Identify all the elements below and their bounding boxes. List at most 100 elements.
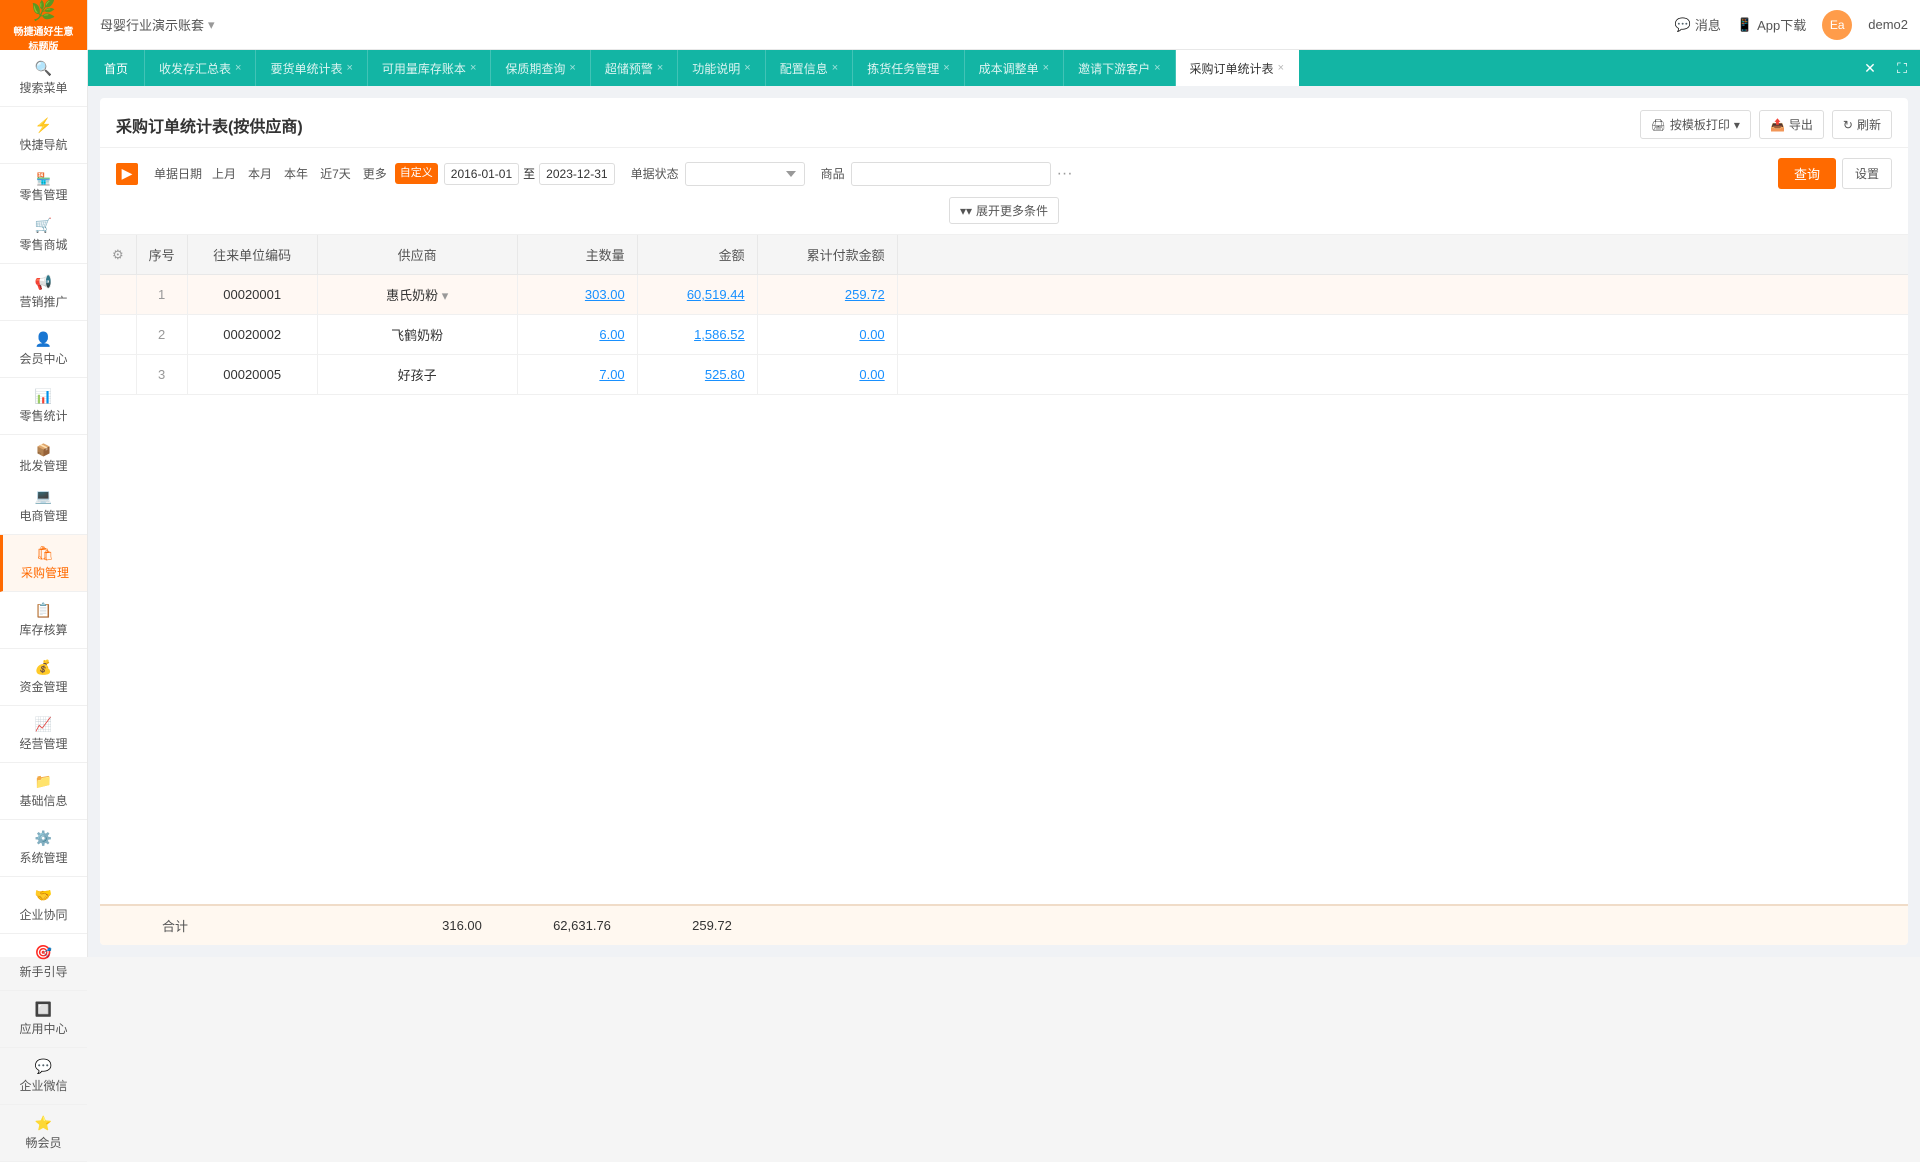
tab-config[interactable]: 配置信息 × — [766, 50, 853, 86]
tab-close-function-desc[interactable]: × — [744, 62, 750, 74]
shortcut-last-month[interactable]: 上月 — [208, 163, 240, 184]
tab-close-inventory-book[interactable]: × — [470, 62, 476, 74]
sidebar-item-wholesale[interactable]: 📦 批发管理 — [0, 435, 87, 478]
sidebar-item-shortcut-label: 快捷导航 — [0, 136, 87, 153]
goods-filter-more[interactable]: ··· — [1057, 165, 1073, 183]
shortcut-this-month[interactable]: 本月 — [244, 163, 276, 184]
tab-cost-adjust[interactable]: 成本调整单 × — [965, 50, 1064, 86]
sidebar-item-ecommerce[interactable]: 💻 电商管理 — [0, 478, 87, 535]
paid-link-2[interactable]: 0.00 — [859, 327, 884, 342]
tab-invite-customer-label: 邀请下游客户 — [1078, 60, 1150, 77]
app-download-button[interactable]: 📱 App下载 — [1737, 15, 1806, 34]
expand-filters-button[interactable]: ▾▾ 展开更多条件 — [949, 197, 1059, 224]
sidebar-item-inventory[interactable]: 📋 库存核算 — [0, 592, 87, 649]
sidebar-item-search-label: 搜索菜单 — [0, 79, 87, 96]
th-qty: 主数量 — [517, 235, 637, 275]
export-icon: 📤 — [1770, 118, 1785, 132]
user-name[interactable]: demo2 — [1868, 17, 1908, 32]
export-button[interactable]: 📤 导出 — [1759, 110, 1824, 139]
sidebar-item-member-vip[interactable]: ⭐ 畅会员 — [0, 1105, 87, 1162]
tab-invite-customer[interactable]: 邀请下游客户 × — [1064, 50, 1175, 86]
tab-receivables[interactable]: 收发存汇总表 × — [145, 50, 256, 86]
goods-filter-input[interactable] — [851, 162, 1051, 186]
qty-link-3[interactable]: 7.00 — [599, 367, 624, 382]
search-button[interactable]: 查询 — [1778, 158, 1836, 189]
shortcut-7days[interactable]: 近7天 — [316, 163, 355, 184]
tab-close-cost-adjust[interactable]: × — [1043, 62, 1049, 74]
sidebar-item-operations[interactable]: 📈 经营管理 — [0, 706, 87, 763]
tab-inventory-book[interactable]: 可用量库存账本 × — [368, 50, 491, 86]
td-settings-1 — [100, 275, 136, 315]
shortcut-more[interactable]: 更多 — [359, 163, 391, 184]
tab-close-config[interactable]: × — [832, 62, 838, 74]
filter-settings-button[interactable]: 设置 — [1842, 158, 1892, 189]
sidebar-item-retail-mall[interactable]: 🛒 零售商城 — [0, 207, 87, 264]
footer-paid: 259.72 — [642, 918, 782, 933]
sidebar-item-guide[interactable]: 🎯 新手引导 — [0, 934, 87, 991]
sidebar-item-member[interactable]: 👤 会员中心 — [0, 321, 87, 378]
date-separator: 至 — [523, 165, 535, 182]
supplier-name-1: 惠氏奶粉 — [386, 288, 438, 303]
tab-close-overstock[interactable]: × — [657, 62, 663, 74]
sidebar-item-purchase[interactable]: 🛍 采购管理 — [0, 535, 87, 592]
sidebar-item-inventory-label: 库存核算 — [0, 621, 87, 638]
message-icon: 💬 — [1675, 17, 1691, 33]
sidebar-item-marketing[interactable]: 📢 营销推广 — [0, 264, 87, 321]
th-settings: ⚙ — [100, 235, 136, 275]
filter-toggle-btn[interactable]: ▶ — [116, 163, 138, 185]
tab-purchase-stats[interactable]: 要货单统计表 × — [256, 50, 367, 86]
date-from[interactable]: 2016-01-01 — [444, 163, 519, 185]
workspace-selector[interactable]: 母婴行业演示账套 ▾ — [100, 15, 215, 34]
tab-close-purchase-order-stats[interactable]: × — [1278, 62, 1284, 74]
basic-info-icon: 📁 — [0, 773, 87, 790]
tab-close-expiry[interactable]: × — [569, 62, 575, 74]
status-filter-group: 单据状态 — [631, 162, 805, 186]
tab-receivables-label: 收发存汇总表 — [159, 60, 231, 77]
status-filter-select[interactable] — [685, 162, 805, 186]
tab-close-purchase-stats[interactable]: × — [346, 62, 352, 74]
amount-link-2[interactable]: 1,586.52 — [694, 327, 745, 342]
qty-link-2[interactable]: 6.00 — [599, 327, 624, 342]
download-icon: 📱 — [1737, 17, 1753, 33]
purchase-icon: 🛍 — [3, 545, 87, 562]
supplier-expand-1[interactable]: ▾ — [442, 288, 449, 303]
footer-qty: 316.00 — [402, 918, 522, 933]
tab-fullscreen-btn[interactable]: ⛶ — [1888, 54, 1916, 82]
tab-close-receivables[interactable]: × — [235, 62, 241, 74]
paid-link-3[interactable]: 0.00 — [859, 367, 884, 382]
refresh-button[interactable]: ↻ 刷新 — [1832, 110, 1892, 139]
sidebar-item-retail-stats[interactable]: 📊 零售统计 — [0, 378, 87, 435]
qty-link-1[interactable]: 303.00 — [585, 287, 625, 302]
tab-purchase-order-stats[interactable]: 采购订单统计表 × — [1176, 50, 1299, 86]
sidebar-item-shortcut[interactable]: ⚡ 快捷导航 — [0, 107, 87, 164]
user-avatar[interactable]: Ea — [1822, 10, 1852, 40]
table-settings-icon[interactable]: ⚙ — [112, 247, 124, 262]
sidebar-item-finance[interactable]: 💰 资金管理 — [0, 649, 87, 706]
sidebar-item-search[interactable]: 🔍 搜索菜单 — [0, 50, 87, 107]
tab-function-desc[interactable]: 功能说明 × — [678, 50, 765, 86]
sidebar-item-weixin[interactable]: 💬 企业微信 — [0, 1048, 87, 1105]
template-print-button[interactable]: 🖨 按模板打印 ▾ — [1640, 110, 1751, 139]
date-to[interactable]: 2023-12-31 — [539, 163, 614, 185]
sidebar-item-basic-info[interactable]: 📁 基础信息 — [0, 763, 87, 820]
paid-link-1[interactable]: 259.72 — [845, 287, 885, 302]
tab-picking[interactable]: 拣货任务管理 × — [853, 50, 964, 86]
sidebar-item-wholesale-label: 批发管理 — [0, 457, 87, 474]
sidebar-item-system[interactable]: ⚙️ 系统管理 — [0, 820, 87, 877]
tab-home[interactable]: 首页 — [88, 50, 145, 86]
sidebar-item-enterprise[interactable]: 🤝 企业协同 — [0, 877, 87, 934]
tab-overstock[interactable]: 超储预警 × — [591, 50, 678, 86]
tab-close-picking[interactable]: × — [943, 62, 949, 74]
sidebar-item-app-center[interactable]: 🔲 应用中心 — [0, 991, 87, 1048]
shortcut-this-year[interactable]: 本年 — [280, 163, 312, 184]
tab-close-invite-customer[interactable]: × — [1154, 62, 1160, 74]
amount-link-1[interactable]: 60,519.44 — [687, 287, 745, 302]
tab-expiry[interactable]: 保质期查询 × — [491, 50, 590, 86]
tab-close-all-btn[interactable]: ✕ — [1856, 54, 1884, 82]
table-footer: 合计 316.00 62,631.76 259.72 — [100, 904, 1908, 945]
sidebar-item-retail-mgmt[interactable]: 🏪 零售管理 — [0, 164, 87, 207]
sidebar-item-member-label: 会员中心 — [0, 350, 87, 367]
message-button[interactable]: 💬 消息 — [1675, 15, 1721, 34]
amount-link-3[interactable]: 525.80 — [705, 367, 745, 382]
app-download-label: App下载 — [1757, 15, 1806, 34]
